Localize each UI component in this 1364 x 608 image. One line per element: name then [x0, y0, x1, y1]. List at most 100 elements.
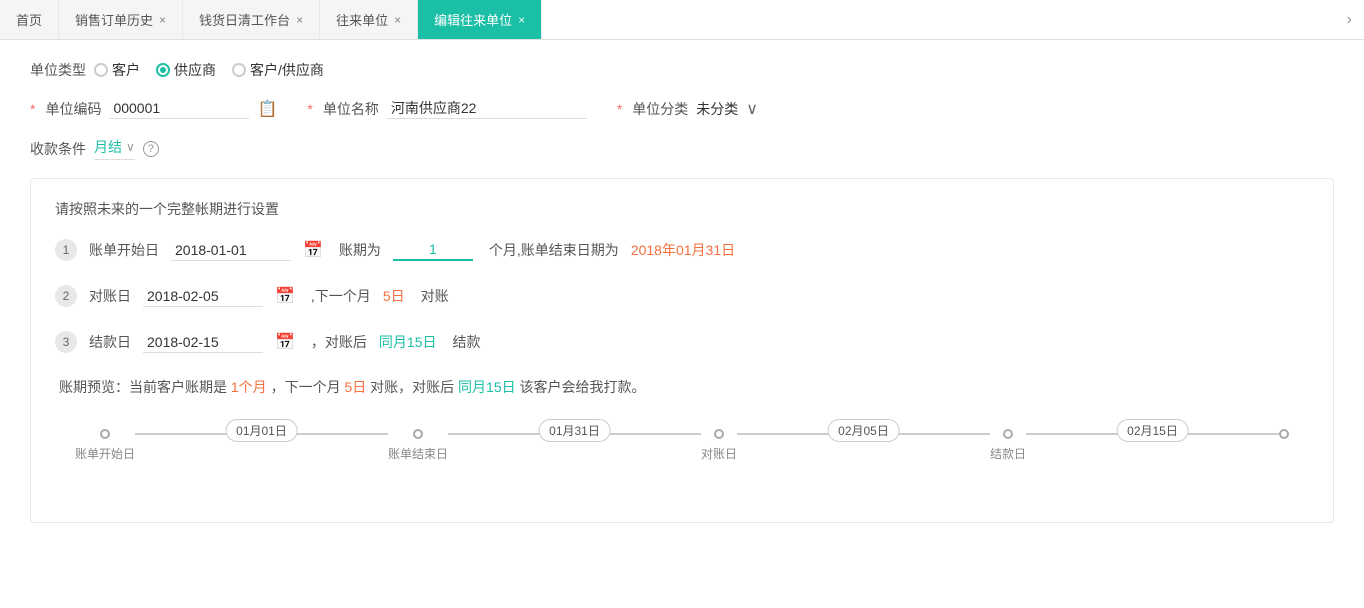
- payment-terms-row: 收款条件 月结 ∨ ?: [30, 137, 1334, 160]
- radio-supplier[interactable]: 供应商: [156, 60, 216, 80]
- tab-more-button[interactable]: ›: [1335, 11, 1364, 29]
- radio-circle-customer-supplier: [232, 63, 246, 77]
- radio-customer[interactable]: 客户: [94, 60, 140, 80]
- step-1-date-input[interactable]: [171, 240, 291, 261]
- preview-suffix: 该客户会给我打款。: [520, 379, 646, 395]
- step-3-date-input[interactable]: [143, 332, 263, 353]
- timeline-dot-1: [413, 429, 423, 439]
- tab-home-label: 首页: [16, 10, 42, 29]
- close-tab-related-units[interactable]: ×: [394, 13, 401, 27]
- unit-name-label: 单位名称: [323, 99, 379, 119]
- radio-customer-supplier[interactable]: 客户/供应商: [232, 60, 324, 80]
- step-3-row: 3 结款日 📅 ，对账后 同月15日 结款: [55, 331, 1309, 353]
- unit-code-group: * 单位编码 📋: [30, 98, 277, 119]
- timeline-node-1: 账单结束日: [388, 417, 448, 462]
- unit-category-value: 未分类: [696, 99, 738, 119]
- timeline-dot-3: [1003, 429, 1013, 439]
- payment-terms-group: 收款条件 月结 ∨ ?: [30, 137, 159, 160]
- card-title: 请按照未来的一个完整帐期进行设置: [55, 199, 1309, 219]
- timeline-node-0: 账单开始日: [75, 417, 135, 462]
- timeline-segment-4: 02月15日: [1026, 417, 1279, 435]
- step-1-calendar-icon[interactable]: 📅: [303, 240, 323, 260]
- tab-related-units-label: 往来单位: [336, 10, 388, 29]
- step-2-label: 对账日: [89, 286, 131, 306]
- tab-home[interactable]: 首页: [0, 0, 59, 39]
- unit-category-required: *: [617, 101, 622, 117]
- step-2-desc-prefix: ,下一个月: [311, 286, 371, 306]
- timeline-sublabel-3: 结款日: [990, 445, 1026, 462]
- payment-terms-value: 月结: [94, 137, 122, 157]
- timeline-sublabel-1: 账单结束日: [388, 445, 448, 462]
- preview-sep2: 对账，对账后: [370, 379, 454, 395]
- payment-terms-label: 收款条件: [30, 139, 86, 159]
- help-icon[interactable]: ?: [143, 141, 159, 157]
- unit-code-copy-icon[interactable]: 📋: [257, 99, 277, 119]
- tab-edit-related-units[interactable]: 编辑往来单位 ×: [418, 0, 542, 39]
- payment-terms-chevron-icon: ∨: [126, 140, 135, 154]
- step-1-end-text: 个月,账单结束日期为: [489, 240, 619, 260]
- unit-type-group: 单位类型 客户 供应商 客户/供应商: [30, 60, 324, 80]
- period-settings-card: 请按照未来的一个完整帐期进行设置 1 账单开始日 📅 账期为 个月,账单结束日期…: [30, 178, 1334, 523]
- unit-category-select[interactable]: 未分类 ∨: [696, 99, 758, 119]
- payment-terms-select[interactable]: 月结 ∨: [94, 137, 135, 160]
- step-2-desc-suffix: 对账: [421, 286, 449, 306]
- radio-supplier-label: 供应商: [174, 60, 216, 80]
- timeline-tag-2: 02月05日: [827, 419, 900, 442]
- tab-bar: 首页 销售订单历史 × 钱货日清工作台 × 往来单位 × 编辑往来单位 × ›: [0, 0, 1364, 40]
- timeline-segment-1: 01月01日: [135, 417, 388, 435]
- step-3-calendar-icon[interactable]: 📅: [275, 332, 295, 352]
- timeline-dot-end: [1279, 429, 1289, 439]
- tab-cash-reconciliation[interactable]: 钱货日清工作台 ×: [183, 0, 320, 39]
- unit-type-radio-group: 客户 供应商 客户/供应商: [94, 60, 324, 80]
- radio-circle-supplier: [156, 63, 170, 77]
- timeline-node-3: 结款日: [990, 417, 1026, 462]
- step-1-mid-text: 账期为: [339, 240, 381, 260]
- tab-sales-order-history[interactable]: 销售订单历史 ×: [59, 0, 183, 39]
- unit-category-label: 单位分类: [632, 99, 688, 119]
- close-tab-sales-order-history[interactable]: ×: [159, 13, 166, 27]
- radio-customer-label: 客户: [112, 60, 140, 80]
- step-2-calendar-icon[interactable]: 📅: [275, 286, 295, 306]
- radio-circle-customer: [94, 63, 108, 77]
- close-tab-cash-reconciliation[interactable]: ×: [296, 13, 303, 27]
- unit-category-chevron-icon: ∨: [746, 99, 758, 119]
- timeline-sublabel-2: 对账日: [701, 445, 737, 462]
- close-tab-edit-related-units[interactable]: ×: [518, 13, 525, 27]
- step-1-num: 1: [55, 239, 77, 261]
- timeline-dot-0: [100, 429, 110, 439]
- step-3-desc-prefix: ，对账后: [311, 332, 367, 352]
- step-1-label: 账单开始日: [89, 240, 159, 260]
- unit-code-required: *: [30, 101, 35, 117]
- timeline-node-end: [1279, 417, 1289, 439]
- unit-type-row: 单位类型 客户 供应商 客户/供应商: [30, 60, 1334, 80]
- tab-cash-reconciliation-label: 钱货日清工作台: [199, 10, 290, 29]
- tab-related-units[interactable]: 往来单位 ×: [320, 0, 418, 39]
- step-1-end-date: 2018年01月31日: [631, 240, 735, 260]
- unit-name-input[interactable]: [387, 98, 587, 119]
- radio-customer-supplier-label: 客户/供应商: [250, 60, 324, 80]
- step-2-date-input[interactable]: [143, 286, 263, 307]
- timeline-dot-2: [714, 429, 724, 439]
- preview-prefix: 账期预览：当前客户账期是: [59, 379, 227, 395]
- timeline-segment-2: 01月31日: [448, 417, 701, 435]
- step-2-highlight: 5日: [383, 286, 405, 306]
- step-2-row: 2 对账日 📅 ,下一个月 5日 对账: [55, 285, 1309, 307]
- period-months-input[interactable]: [393, 239, 473, 261]
- step-3-num: 3: [55, 331, 77, 353]
- main-content: 单位类型 客户 供应商 客户/供应商 * 单位编码: [0, 40, 1364, 608]
- step-3-desc-suffix: 结款: [453, 332, 481, 352]
- preview-text: 账期预览：当前客户账期是 1个月 ，下一个月 5日 对账，对账后 同月15日 该…: [55, 377, 1309, 397]
- timeline-node-2: 对账日: [701, 417, 737, 462]
- unit-type-label: 单位类型: [30, 60, 86, 80]
- timeline-container: 账单开始日 01月01日 账单结束日 01月31日: [55, 417, 1309, 502]
- timeline-tag-1: 01月31日: [538, 419, 611, 442]
- step-2-num: 2: [55, 285, 77, 307]
- timeline-sublabel-0: 账单开始日: [75, 445, 135, 462]
- step-3-label: 结款日: [89, 332, 131, 352]
- timeline-segment-3: 02月05日: [737, 417, 990, 435]
- tab-sales-order-history-label: 销售订单历史: [75, 10, 153, 29]
- preview-part2: 5日: [344, 379, 366, 395]
- unit-category-group: * 单位分类 未分类 ∨: [617, 99, 758, 119]
- unit-code-label: 单位编码: [45, 99, 101, 119]
- unit-code-input[interactable]: [109, 98, 249, 119]
